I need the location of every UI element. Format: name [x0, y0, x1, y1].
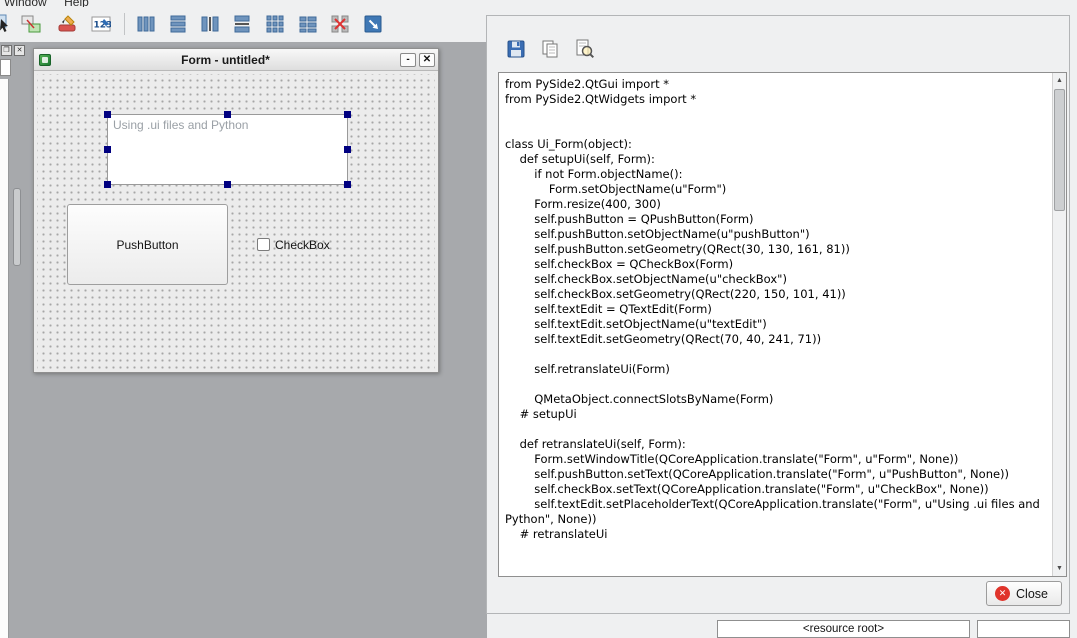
preview-button[interactable] [571, 36, 597, 62]
form-designer-window: Form - untitled* - ✕ Using .ui files and… [33, 48, 439, 373]
selection-handle[interactable] [104, 111, 111, 118]
menu-window[interactable]: Window [4, 0, 47, 7]
menu-bar: Window Help [0, 0, 1077, 7]
code-scrollbar[interactable]: ▲ ▼ [1052, 73, 1066, 576]
qt-designer-screen: Window Help [0, 0, 1077, 638]
form-window-icon [39, 54, 51, 66]
dialog-close-button[interactable]: ✕ Close [986, 581, 1062, 606]
copy-icon [539, 38, 561, 60]
close-button-label: Close [1016, 587, 1048, 601]
resource-root-label: <resource root> [803, 623, 884, 635]
close-window-button[interactable]: ✕ [419, 53, 435, 67]
layout-vertical-icon [168, 14, 188, 34]
layout-splitter-vertical-button[interactable] [229, 10, 255, 38]
copy-button[interactable] [537, 36, 563, 62]
selection-handle[interactable] [344, 146, 351, 153]
layout-splitter-vertical-icon [232, 14, 252, 34]
form-window-titlebar[interactable]: Form - untitled* - ✕ [34, 49, 438, 71]
checkbox-indicator[interactable] [257, 238, 270, 251]
main-toolbar: 123 [0, 8, 386, 40]
selection-handle[interactable] [224, 111, 231, 118]
adjust-size-icon [363, 14, 383, 34]
selection-handle[interactable] [104, 181, 111, 188]
code-view[interactable]: from PySide2.QtGui import * from PySide2… [498, 72, 1067, 577]
form-window-title: Form - untitled* [51, 53, 400, 67]
textedit-placeholder: Using .ui files and Python [108, 115, 347, 135]
resource-root-item[interactable]: <resource root> [717, 620, 970, 638]
scrollbar-thumb[interactable] [1054, 89, 1065, 211]
layout-form-button[interactable] [295, 10, 321, 38]
selection-handle[interactable] [104, 146, 111, 153]
layout-splitter-horizontal-button[interactable] [197, 10, 223, 38]
break-layout-button[interactable] [327, 10, 353, 38]
preview-magnifier-icon [573, 38, 595, 60]
layout-vertical-button[interactable] [165, 10, 191, 38]
toolbar-separator [124, 13, 125, 35]
layout-horizontal-button[interactable] [133, 10, 159, 38]
textedit-widget[interactable]: Using .ui files and Python [107, 114, 348, 185]
minimize-button[interactable]: - [400, 53, 416, 67]
form-canvas[interactable]: Using .ui files and Python PushButton Ch… [37, 74, 435, 369]
widgetbox-panel-edge [0, 79, 9, 638]
scroll-down-icon[interactable]: ▼ [1053, 562, 1066, 575]
layout-horizontal-icon [136, 14, 156, 34]
layout-grid-icon [265, 14, 285, 34]
code-text: from PySide2.QtGui import * from PySide2… [499, 73, 1052, 576]
adjust-size-button[interactable] [360, 10, 386, 38]
selection-handle[interactable] [224, 181, 231, 188]
widgetbox-filter-input[interactable] [0, 59, 11, 76]
edit-widgets-icon [0, 14, 13, 34]
edit-signals-slots-icon [21, 14, 41, 34]
break-layout-icon [330, 14, 350, 34]
edit-tab-order-icon: 123 [91, 14, 111, 34]
save-icon [505, 38, 527, 60]
checkbox-widget[interactable]: CheckBox [257, 224, 358, 265]
layout-grid-button[interactable] [262, 10, 288, 38]
menu-help[interactable]: Help [64, 0, 89, 7]
selection-handle[interactable] [344, 181, 351, 188]
code-preview-dialog: from PySide2.QtGui import * from PySide2… [486, 15, 1070, 614]
edit-widgets-button[interactable] [0, 10, 16, 38]
scroll-up-icon[interactable]: ▲ [1053, 74, 1066, 87]
edit-buddies-button[interactable] [54, 10, 80, 38]
close-dock-button[interactable]: ✕ [14, 45, 25, 56]
edit-tab-order-button[interactable]: 123 [88, 10, 114, 38]
resource-side-pane [977, 620, 1070, 638]
layout-form-icon [298, 14, 318, 34]
save-button[interactable] [503, 36, 529, 62]
selection-handle[interactable] [344, 111, 351, 118]
float-dock-button[interactable]: ❐ [1, 45, 12, 56]
edit-signals-slots-button[interactable] [18, 10, 44, 38]
checkbox-label: CheckBox [275, 238, 330, 252]
pushbutton-widget[interactable]: PushButton [67, 204, 228, 285]
dialog-toolbar [503, 36, 597, 62]
layout-splitter-horizontal-icon [200, 14, 220, 34]
edit-buddies-icon [57, 14, 77, 34]
widgetbox-scrollbar[interactable] [13, 188, 21, 266]
close-icon: ✕ [995, 586, 1010, 601]
mdi-area: ❐ ✕ Form - untitled* - ✕ Using .ui files… [0, 42, 487, 638]
